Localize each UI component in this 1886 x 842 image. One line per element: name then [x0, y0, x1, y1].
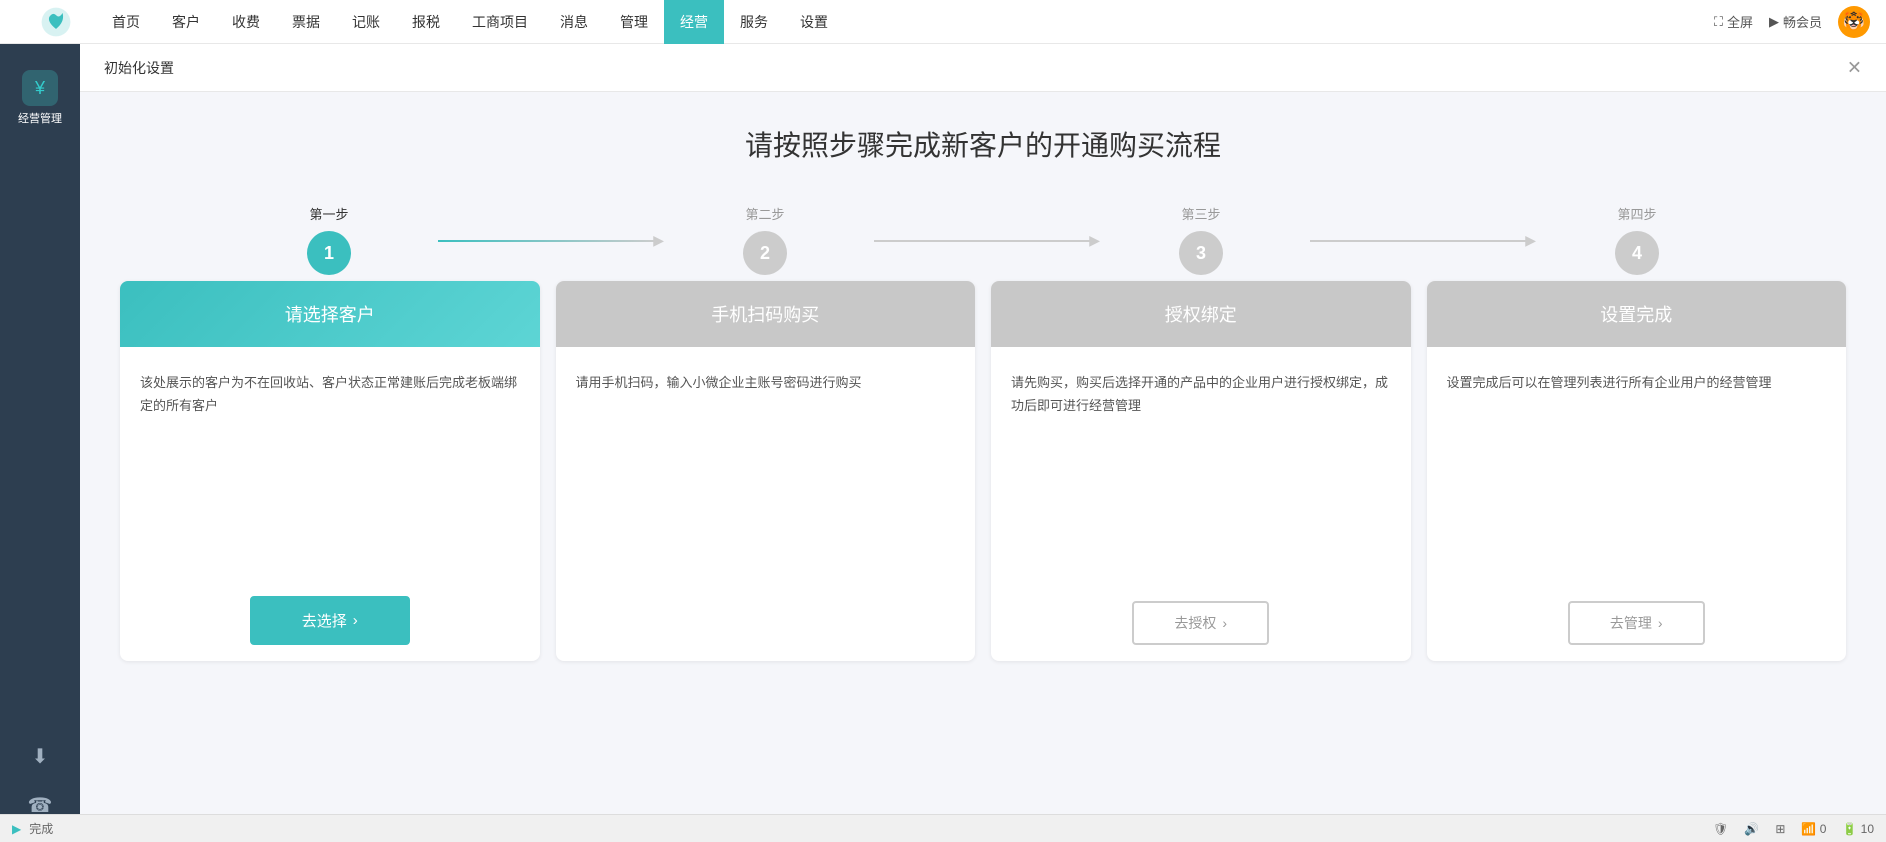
arrow-icon-3: ›: [1222, 615, 1227, 631]
fullscreen-icon: ⛶: [1714, 14, 1723, 30]
card-2-header: 手机扫码购买: [556, 281, 976, 347]
card-2-footer: [556, 605, 976, 661]
step-4-node: 第四步 4: [1528, 204, 1746, 275]
nav-settings[interactable]: 设置: [784, 0, 844, 44]
card-1-header: 请选择客户: [120, 281, 540, 347]
cards-grid: 请选择客户 该处展示的客户为不在回收站、客户状态正常建账后完成老板端绑定的所有客…: [120, 281, 1846, 661]
nav-bookkeeping[interactable]: 记账: [336, 0, 396, 44]
card-3-body: 请先购买，购买后选择开通的产品中的企业用户进行授权绑定，成功后即可进行经营管理: [991, 347, 1411, 585]
step-1-label: 第一步: [309, 204, 348, 223]
card-1-body: 该处展示的客户为不在回收站、客户状态正常建账后完成老板端绑定的所有客户: [120, 347, 540, 580]
close-button[interactable]: ✕: [1847, 57, 1862, 78]
step-card-4: 设置完成 设置完成后可以在管理列表进行所有企业用户的经营管理 去管理 ›: [1427, 281, 1847, 661]
step-card-2: 手机扫码购买 请用手机扫码，输入小微企业主账号密码进行购买: [556, 281, 976, 661]
shield-icon: 🛡: [1713, 822, 1728, 836]
sidebar-item-operation[interactable]: ¥ 经营管理: [0, 60, 80, 136]
go-manage-button[interactable]: 去管理 ›: [1568, 601, 1705, 645]
card-4-footer: 去管理 ›: [1427, 585, 1847, 661]
nav-invoice[interactable]: 票据: [276, 0, 336, 44]
connector-1-2: ▶: [438, 240, 656, 242]
nav-home[interactable]: 首页: [96, 0, 156, 44]
sidebar-bottom: ⬇ ☎: [20, 736, 61, 826]
status-bar: ▶ 完成 🛡 🔊 ⊞ 📶 0 🔋 10: [0, 814, 1886, 842]
arrow-icon-4: ›: [1658, 615, 1663, 631]
operation-icon: ¥: [22, 70, 58, 106]
top-nav: 首页 客户 收费 票据 记账 报税 工商项目 消息 管理 经营 服务 设置 ⛶ …: [0, 0, 1886, 44]
go-select-button[interactable]: 去选择 ›: [250, 596, 410, 645]
step-4-circle: 4: [1615, 231, 1659, 275]
play-icon: ▶: [1769, 14, 1779, 30]
step-card-3: 授权绑定 请先购买，购买后选择开通的产品中的企业用户进行授权绑定，成功后即可进行…: [991, 281, 1411, 661]
nav-customer[interactable]: 客户: [156, 0, 216, 44]
step-1-circle: 1: [307, 231, 351, 275]
main-area: 初始化设置 ✕ 请按照步骤完成新客户的开通购买流程 第一步 1 ▶ 第二步 2: [80, 44, 1886, 842]
nav-right: ⛶ 全屏 ▶ 畅会员 🐯: [1714, 6, 1870, 38]
status-text: 完成: [29, 820, 53, 837]
step-1-node: 第一步 1: [220, 204, 438, 275]
nav-message[interactable]: 消息: [544, 0, 604, 44]
step-2-node: 第二步 2: [656, 204, 874, 275]
nav-business[interactable]: 工商项目: [456, 0, 544, 44]
step-3-label: 第三步: [1181, 204, 1220, 223]
connector-2-3: ▶: [874, 240, 1092, 242]
main-content: 请按照步骤完成新客户的开通购买流程 第一步 1 ▶ 第二步 2: [80, 92, 1886, 842]
keyboard-icon: ⊞: [1775, 822, 1785, 836]
nav-manage[interactable]: 管理: [604, 0, 664, 44]
card-4-header: 设置完成: [1427, 281, 1847, 347]
go-authorize-button[interactable]: 去授权 ›: [1132, 601, 1269, 645]
logo[interactable]: [16, 6, 96, 38]
user-avatar[interactable]: 🐯: [1838, 6, 1870, 38]
download-icon[interactable]: ⬇: [24, 736, 57, 777]
nav-service[interactable]: 服务: [724, 0, 784, 44]
step-2-circle: 2: [743, 231, 787, 275]
card-3-footer: 去授权 ›: [991, 585, 1411, 661]
card-4-body: 设置完成后可以在管理列表进行所有企业用户的经营管理: [1427, 347, 1847, 585]
fullscreen-btn[interactable]: ⛶ 全屏: [1714, 12, 1753, 31]
status-right: 🛡 🔊 ⊞ 📶 0 🔋 10: [1713, 822, 1874, 836]
step-4-label: 第四步: [1617, 204, 1656, 223]
step-2-label: 第二步: [745, 204, 784, 223]
arrow-icon-1: ›: [353, 612, 358, 629]
nav-tax[interactable]: 报税: [396, 0, 456, 44]
main-title: 请按照步骤完成新客户的开通购买流程: [120, 124, 1846, 164]
card-2-body: 请用手机扫码，输入小微企业主账号密码进行购买: [556, 347, 976, 605]
page-header: 初始化设置 ✕: [80, 44, 1886, 92]
nav-billing[interactable]: 收费: [216, 0, 276, 44]
play-button[interactable]: ▶: [12, 822, 21, 836]
nav-operation[interactable]: 经营: [664, 0, 724, 44]
page-title: 初始化设置: [104, 58, 174, 78]
member-btn[interactable]: ▶ 畅会员: [1769, 12, 1822, 31]
card-3-header: 授权绑定: [991, 281, 1411, 347]
step-card-1: 请选择客户 该处展示的客户为不在回收站、客户状态正常建账后完成老板端绑定的所有客…: [120, 281, 540, 661]
sidebar: ¥ 经营管理 ⬇ ☎: [0, 44, 80, 842]
connector-3-4: ▶: [1310, 240, 1528, 242]
step-3-circle: 3: [1179, 231, 1223, 275]
volume-icon: 🔊: [1744, 822, 1759, 836]
battery-status: 🔋 10: [1842, 822, 1874, 836]
network-status: 📶 0: [1801, 822, 1826, 836]
main-nav: 首页 客户 收费 票据 记账 报税 工商项目 消息 管理 经营 服务 设置: [96, 0, 1714, 44]
card-1-footer: 去选择 ›: [120, 580, 540, 661]
step-3-node: 第三步 3: [1092, 204, 1310, 275]
